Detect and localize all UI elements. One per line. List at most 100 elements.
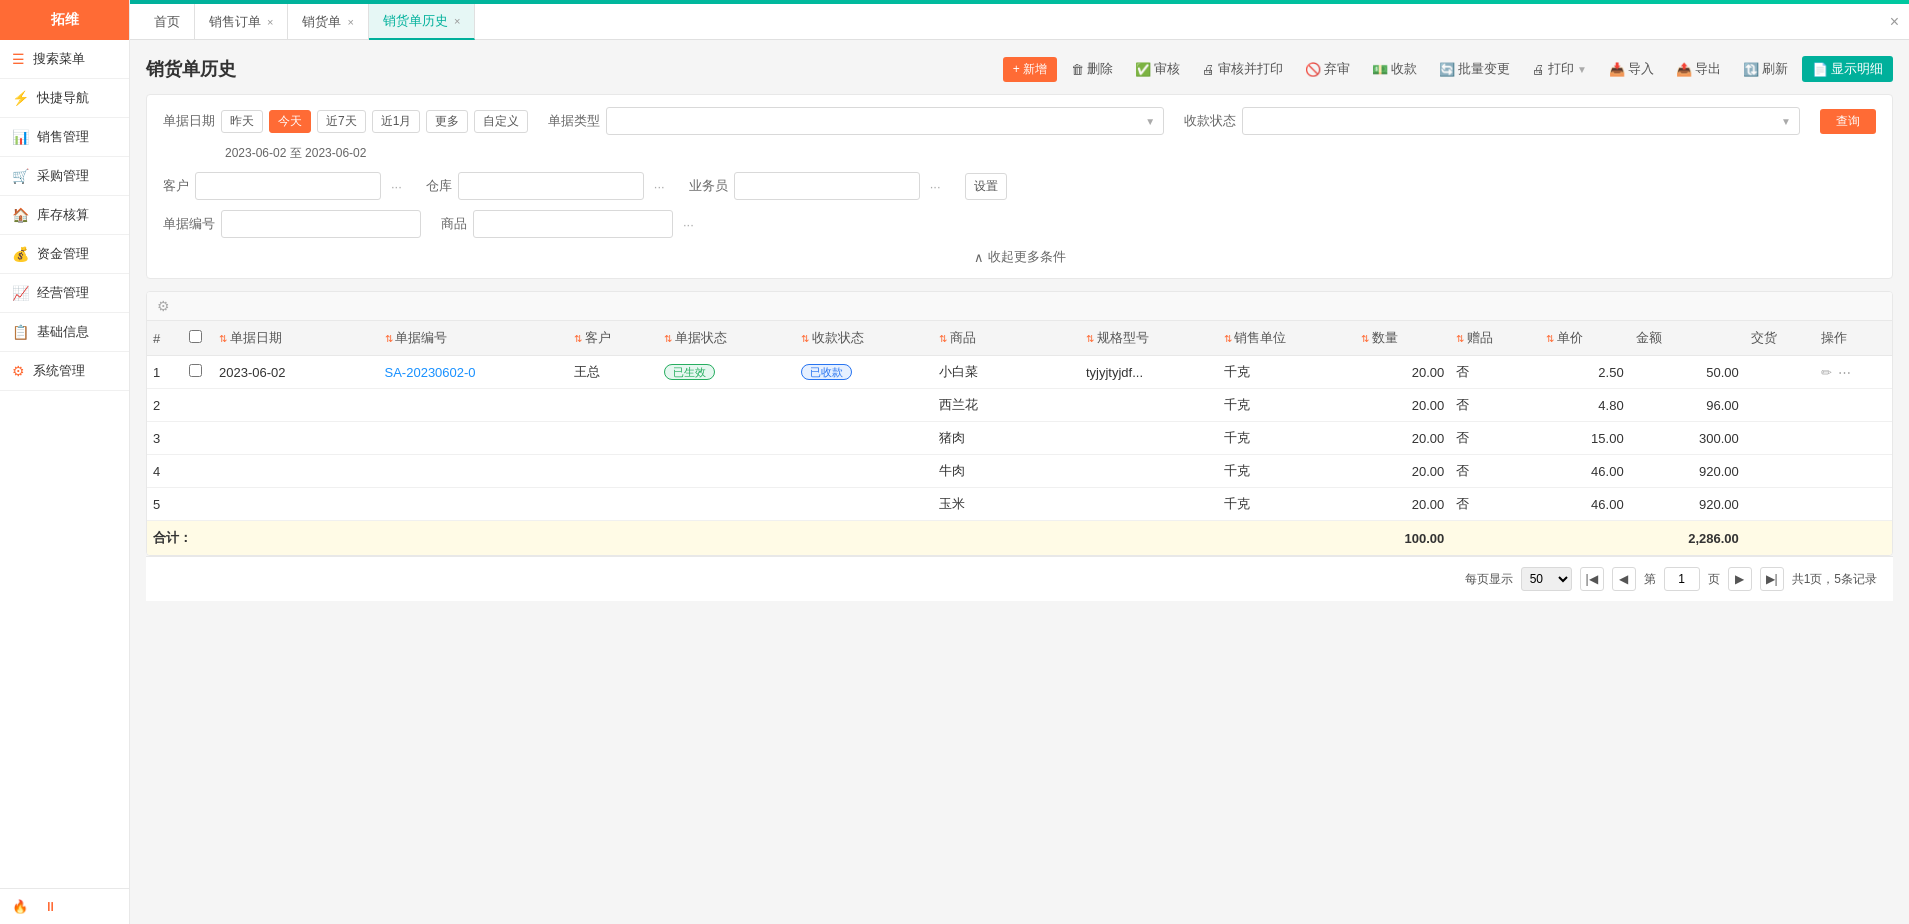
sort-icon: ⇅ xyxy=(385,333,396,344)
table-settings-icon[interactable]: ⚙ xyxy=(157,298,170,314)
filter-item-goods: 商品 ··· xyxy=(441,210,698,238)
sidebar-item-search-menu[interactable]: ☰ 搜索菜单 xyxy=(0,40,129,79)
select-all-checkbox[interactable] xyxy=(189,330,202,343)
filter-item-payment-status: 收款状态 ▼ xyxy=(1184,107,1800,135)
customer-input[interactable] xyxy=(195,172,381,200)
sidebar-item-label: 搜索菜单 xyxy=(33,50,85,68)
row-checkbox[interactable] xyxy=(189,364,202,377)
col-header-gift[interactable]: ⇅ 赠品 xyxy=(1450,321,1540,356)
cell-index: 2 xyxy=(147,389,183,422)
salesperson-ellipsis-btn[interactable]: ··· xyxy=(926,179,945,194)
settings-button[interactable]: 设置 xyxy=(965,173,1007,200)
print-icon: 🖨 xyxy=(1532,62,1545,77)
date-7days-btn[interactable]: 近7天 xyxy=(317,110,366,133)
col-header-unit-price[interactable]: ⇅ 单价 xyxy=(1540,321,1630,356)
cell-transaction xyxy=(1745,389,1815,422)
sidebar-item-finance[interactable]: 💰 资金管理 xyxy=(0,235,129,274)
date-yesterday-btn[interactable]: 昨天 xyxy=(221,110,263,133)
col-header-unit[interactable]: ⇅ 销售单位 xyxy=(1218,321,1356,356)
collapse-filter-button[interactable]: ∧ 收起更多条件 xyxy=(163,248,1876,266)
cell-customer xyxy=(568,422,658,455)
export-button[interactable]: 📤 导出 xyxy=(1668,56,1729,82)
date-more-btn[interactable]: 更多 xyxy=(426,110,468,133)
filter-panel: 单据日期 昨天 今天 近7天 近1月 更多 自定义 单据类型 ▼ xyxy=(146,94,1893,279)
detail-icon: 📄 xyxy=(1812,62,1828,77)
sidebar-item-quick-nav[interactable]: ⚡ 快捷导航 xyxy=(0,79,129,118)
cell-spec xyxy=(1080,455,1218,488)
tab-home[interactable]: 首页 xyxy=(140,4,195,40)
sidebar-item-sys-mgmt[interactable]: ⚙ 系统管理 xyxy=(0,352,129,391)
tab-home-label: 首页 xyxy=(154,13,180,31)
cell-amount: 50.00 xyxy=(1630,356,1745,389)
edit-icon[interactable]: ✏ xyxy=(1821,365,1832,380)
pagination-bar: 每页显示 50 100 200 |◀ ◀ 第 页 ▶ ▶| 共1页，5条记录 xyxy=(146,556,1893,601)
search-button[interactable]: 查询 xyxy=(1820,109,1876,134)
cell-goods: 小白菜 xyxy=(933,356,1080,389)
sidebar-item-ops-mgmt[interactable]: 📈 经营管理 xyxy=(0,274,129,313)
audit-button[interactable]: ✅ 审核 xyxy=(1127,56,1188,82)
summary-row: 合计： 100.00 2,286.00 xyxy=(147,521,1892,556)
col-header-spec[interactable]: ⇅ 规格型号 xyxy=(1080,321,1218,356)
col-header-goods[interactable]: ⇅ 商品 xyxy=(933,321,1080,356)
more-action-icon[interactable]: ⋯ xyxy=(1838,365,1851,380)
goods-input[interactable] xyxy=(473,210,673,238)
per-page-select[interactable]: 50 100 200 xyxy=(1521,567,1572,591)
tab-sales-order-close[interactable]: × xyxy=(267,16,273,28)
filter-item-salesperson: 业务员 ··· xyxy=(689,172,945,200)
doc-number-link[interactable]: SA-20230602-0 xyxy=(385,365,476,380)
print-button[interactable]: 🖨 打印 ▼ xyxy=(1524,56,1595,82)
collect-button[interactable]: 💵 收款 xyxy=(1364,56,1425,82)
doc-type-dropdown-arrow: ▼ xyxy=(1145,116,1155,127)
customer-ellipsis-btn[interactable]: ··· xyxy=(387,179,406,194)
new-button[interactable]: + 新增 xyxy=(1003,57,1057,82)
sidebar-item-purchase-mgmt[interactable]: 🛒 采购管理 xyxy=(0,157,129,196)
cell-index: 3 xyxy=(147,422,183,455)
cell-doc-date xyxy=(213,488,379,521)
date-today-btn[interactable]: 今天 xyxy=(269,110,311,133)
cell-checkbox xyxy=(183,422,213,455)
col-header-customer[interactable]: ⇅ 客户 xyxy=(568,321,658,356)
tab-close-all-button[interactable]: × xyxy=(1890,13,1899,31)
warehouse-ellipsis-btn[interactable]: ··· xyxy=(650,179,669,194)
filter-row-1: 单据日期 昨天 今天 近7天 近1月 更多 自定义 单据类型 ▼ xyxy=(163,107,1876,135)
salesperson-input[interactable] xyxy=(734,172,920,200)
tab-sales-history-close[interactable]: × xyxy=(454,15,460,27)
print-dropdown-arrow: ▼ xyxy=(1577,64,1587,75)
batch-change-button[interactable]: 🔄 批量变更 xyxy=(1431,56,1518,82)
prev-page-button[interactable]: ◀ xyxy=(1612,567,1636,591)
col-header-index: # xyxy=(147,321,183,356)
tab-sales-delivery[interactable]: 销货单 × xyxy=(288,4,368,40)
doc-number-input[interactable] xyxy=(221,210,421,238)
next-page-button[interactable]: ▶ xyxy=(1728,567,1752,591)
page-number-input[interactable] xyxy=(1664,567,1700,591)
sidebar-item-inventory[interactable]: 🏠 库存核算 xyxy=(0,196,129,235)
date-1month-btn[interactable]: 近1月 xyxy=(372,110,421,133)
tab-sales-history[interactable]: 销货单历史 × xyxy=(369,4,475,40)
pause-icon[interactable]: ⏸ xyxy=(44,899,57,914)
cell-quantity: 20.00 xyxy=(1355,422,1450,455)
import-button[interactable]: 📥 导入 xyxy=(1601,56,1662,82)
sys-mgmt-icon: ⚙ xyxy=(12,363,25,379)
col-header-doc-number[interactable]: ⇅ 单据编号 xyxy=(379,321,569,356)
date-custom-btn[interactable]: 自定义 xyxy=(474,110,528,133)
col-header-quantity[interactable]: ⇅ 数量 xyxy=(1355,321,1450,356)
tab-sales-order[interactable]: 销售订单 × xyxy=(195,4,288,40)
goods-ellipsis-btn[interactable]: ··· xyxy=(679,217,698,232)
display-detail-button[interactable]: 📄 显示明细 xyxy=(1802,56,1893,82)
last-page-button[interactable]: ▶| xyxy=(1760,567,1784,591)
sidebar-item-basic-info[interactable]: 📋 基础信息 xyxy=(0,313,129,352)
audit-print-button[interactable]: 🖨 审核并打印 xyxy=(1194,56,1291,82)
first-page-button[interactable]: |◀ xyxy=(1580,567,1604,591)
delete-button[interactable]: 🗑 删除 xyxy=(1063,56,1121,82)
abandon-button[interactable]: 🚫 弃审 xyxy=(1297,56,1358,82)
col-header-doc-date[interactable]: ⇅ 单据日期 xyxy=(213,321,379,356)
fire-icon[interactable]: 🔥 xyxy=(12,899,28,914)
tab-sales-history-label: 销货单历史 xyxy=(383,12,448,30)
filter-item-doc-number: 单据编号 xyxy=(163,210,421,238)
sidebar-item-sales-mgmt[interactable]: 📊 销售管理 xyxy=(0,118,129,157)
col-header-payment-status[interactable]: ⇅ 收款状态 xyxy=(795,321,933,356)
col-header-doc-status[interactable]: ⇅ 单据状态 xyxy=(658,321,796,356)
refresh-button[interactable]: 🔃 刷新 xyxy=(1735,56,1796,82)
tab-sales-delivery-close[interactable]: × xyxy=(347,16,353,28)
warehouse-input[interactable] xyxy=(458,172,644,200)
